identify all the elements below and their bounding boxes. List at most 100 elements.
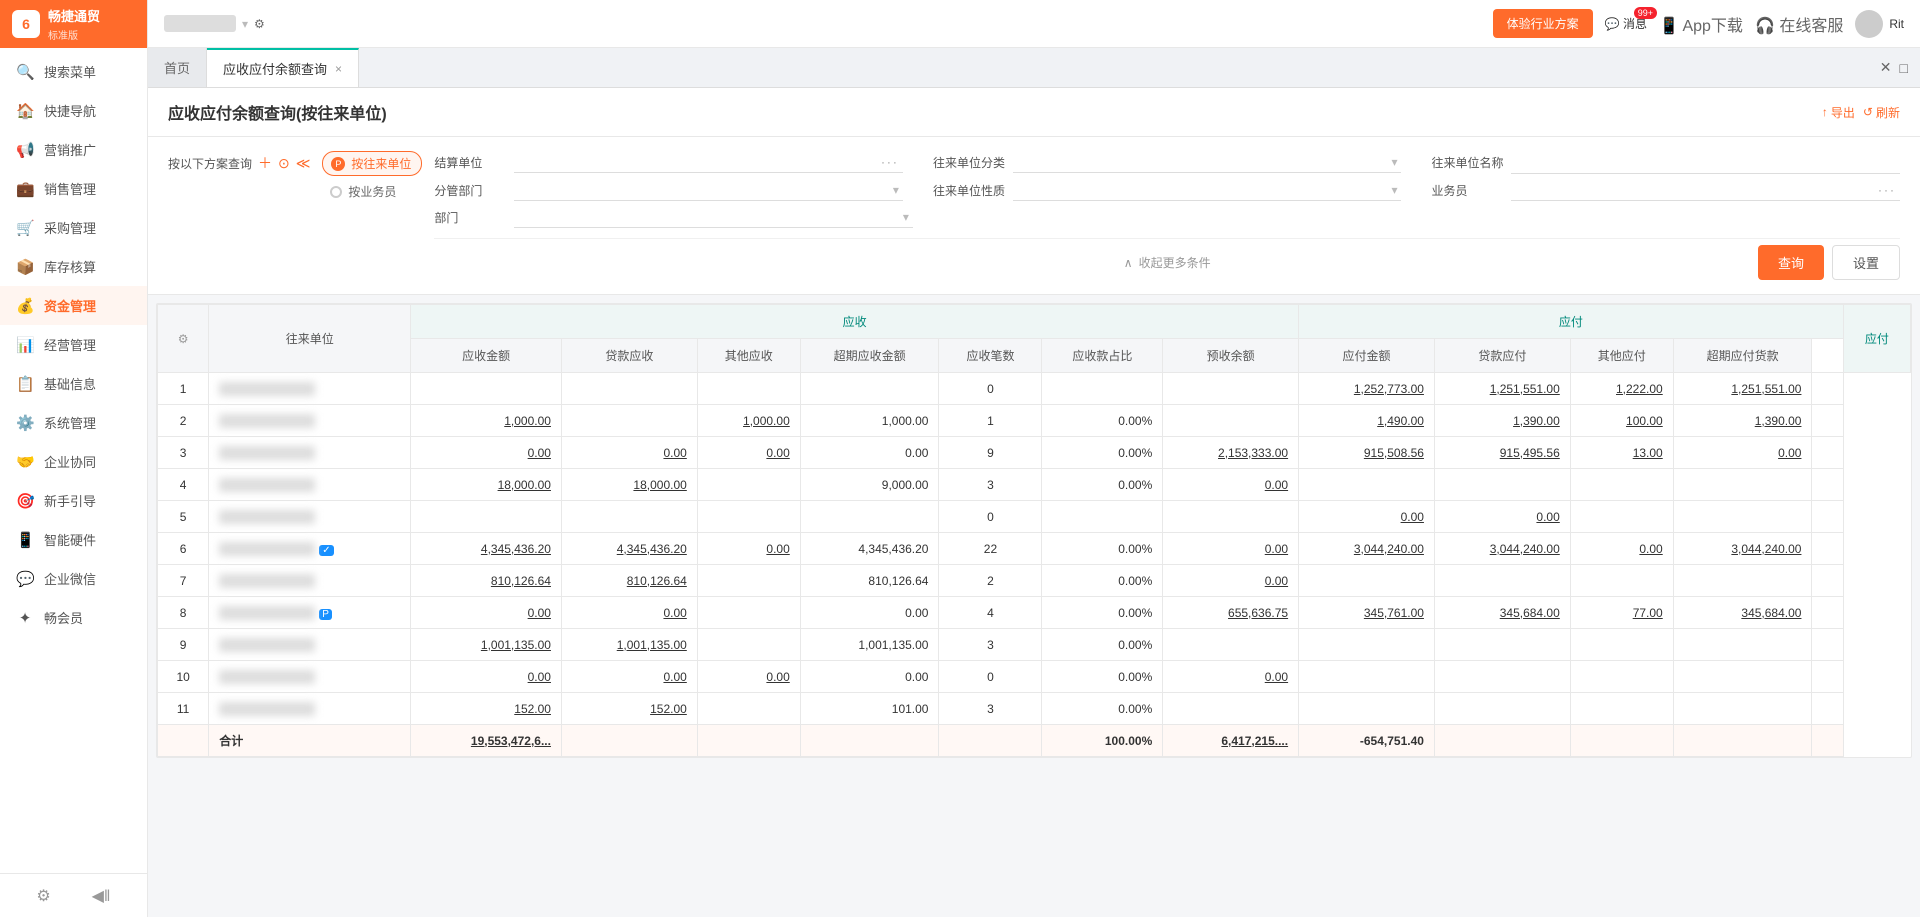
add-scheme-btn[interactable]: ＋ xyxy=(258,153,272,173)
online-service-btn[interactable]: 🎧 在线客服 xyxy=(1755,12,1843,36)
table-cell[interactable]: 1,490.00 xyxy=(1299,405,1435,437)
table-cell[interactable]: 0.00 xyxy=(697,437,800,469)
table-cell[interactable]: 0.00 xyxy=(411,437,562,469)
sidebar-item-guide[interactable]: 🎯 新手引导 xyxy=(0,481,147,520)
salesperson-input-wrap[interactable]: ··· xyxy=(1511,180,1900,201)
table-cell[interactable]: 1,251,551.00 xyxy=(1434,373,1570,405)
table-cell[interactable]: 0.00 xyxy=(411,661,562,693)
partner-nature-select[interactable]: ▾ xyxy=(1013,180,1402,201)
collapse-sidebar-icon[interactable]: ◀‖ xyxy=(92,886,111,906)
sidebar-item-quick-nav[interactable]: 🏠 快捷导航 xyxy=(0,91,147,130)
tab-home[interactable]: 首页 xyxy=(148,48,207,87)
table-cell[interactable]: 1,252,773.00 xyxy=(1299,373,1435,405)
table-cell[interactable]: 345,684.00 xyxy=(1673,597,1812,629)
table-cell[interactable]: 18,000.00 xyxy=(411,469,562,501)
table-cell[interactable]: 1,001,135.00 xyxy=(411,629,562,661)
table-cell[interactable]: 1,251,551.00 xyxy=(1673,373,1812,405)
sidebar-item-search-menu[interactable]: 🔍 搜索菜单 xyxy=(0,52,147,91)
refresh-btn[interactable]: ↺ 刷新 xyxy=(1863,104,1900,121)
department-select[interactable]: ▾ xyxy=(514,207,913,228)
table-cell[interactable]: 3,044,240.00 xyxy=(1434,533,1570,565)
table-cell[interactable]: 810,126.64 xyxy=(411,565,562,597)
settings-footer-icon[interactable]: ⚙ xyxy=(36,886,50,906)
notification-btn[interactable]: 💬 消息 99+ xyxy=(1605,15,1647,32)
table-cell: 0.00% xyxy=(1042,437,1163,469)
sidebar-item-inventory[interactable]: 📦 库存核算 xyxy=(0,247,147,286)
table-cell[interactable]: 0.00 xyxy=(561,437,697,469)
table-cell[interactable]: 0.00 xyxy=(1163,469,1299,501)
table-cell[interactable]: 0.00 xyxy=(411,597,562,629)
sidebar-item-hardware[interactable]: 📱 智能硬件 xyxy=(0,520,147,559)
sidebar-item-vip[interactable]: ✦ 畅会员 xyxy=(0,598,147,637)
sidebar-item-sales[interactable]: 💼 销售管理 xyxy=(0,169,147,208)
table-cell[interactable]: 810,126.64 xyxy=(561,565,697,597)
settlement-unit-input-wrap[interactable]: ··· xyxy=(514,152,903,173)
export-btn[interactable]: ↑ 导出 xyxy=(1822,104,1855,121)
app-download-btn[interactable]: 📱 App下载 xyxy=(1659,12,1743,36)
sidebar-item-collab[interactable]: 🤝 企业协同 xyxy=(0,442,147,481)
total-receivable-amount[interactable]: 19,553,472,6... xyxy=(411,725,562,757)
setting-btn[interactable]: 设置 xyxy=(1832,245,1900,280)
tab-close-icon[interactable]: × xyxy=(335,62,342,76)
table-cell[interactable]: 3,044,240.00 xyxy=(1299,533,1435,565)
maximize-window-icon[interactable]: □ xyxy=(1900,60,1908,76)
tab-receivable-query[interactable]: 应收应付余额查询 × xyxy=(207,48,359,87)
table-cell[interactable]: 18,000.00 xyxy=(561,469,697,501)
user-menu[interactable]: Rit xyxy=(1855,10,1904,38)
scheme-by-salesperson[interactable]: 按业务员 xyxy=(322,180,422,203)
table-cell[interactable]: 345,761.00 xyxy=(1299,597,1435,629)
table-cell[interactable]: 0.00 xyxy=(697,661,800,693)
table-cell[interactable]: 0.00 xyxy=(1163,565,1299,597)
sidebar-item-finance[interactable]: 💰 资金管理 xyxy=(0,286,147,325)
query-btn[interactable]: 查询 xyxy=(1758,245,1824,280)
table-cell[interactable]: 0.00 xyxy=(1163,661,1299,693)
table-cell[interactable]: 13.00 xyxy=(1570,437,1673,469)
table-cell[interactable]: 0.00 xyxy=(561,661,697,693)
table-cell[interactable]: 0.00 xyxy=(561,597,697,629)
table-cell[interactable]: 0.00 xyxy=(1673,437,1812,469)
table-settings-icon[interactable]: ⚙ xyxy=(178,332,189,346)
industry-solution-btn[interactable]: 体验行业方案 xyxy=(1493,9,1593,38)
table-cell[interactable]: 77.00 xyxy=(1570,597,1673,629)
table-cell[interactable]: 152.00 xyxy=(561,693,697,725)
partner-name-input[interactable] xyxy=(1511,151,1900,174)
table-cell[interactable]: 0.00 xyxy=(1570,533,1673,565)
table-cell[interactable]: 0.00 xyxy=(1434,501,1570,533)
sidebar-item-purchase[interactable]: 🛒 采购管理 xyxy=(0,208,147,247)
table-cell[interactable]: 1,001,135.00 xyxy=(561,629,697,661)
topbar-gear-icon[interactable]: ⚙ xyxy=(254,17,265,31)
salesperson-dots[interactable]: ··· xyxy=(1878,183,1896,197)
close-window-icon[interactable]: ✕ xyxy=(1880,59,1892,76)
sidebar-item-basic[interactable]: 📋 基础信息 xyxy=(0,364,147,403)
dept-managed-select[interactable]: ▾ xyxy=(514,180,903,201)
table-cell[interactable]: 345,684.00 xyxy=(1434,597,1570,629)
table-cell[interactable]: 4,345,436.20 xyxy=(561,533,697,565)
sidebar-item-wechat[interactable]: 💬 企业微信 xyxy=(0,559,147,598)
collapse-conditions-btn[interactable]: ∧ 收起更多条件 xyxy=(1124,254,1211,271)
table-cell[interactable]: 1,222.00 xyxy=(1570,373,1673,405)
sidebar-item-operation[interactable]: 📊 经营管理 xyxy=(0,325,147,364)
table-cell[interactable]: 1,000.00 xyxy=(697,405,800,437)
table-cell[interactable]: 4,345,436.20 xyxy=(411,533,562,565)
table-cell[interactable]: 100.00 xyxy=(1570,405,1673,437)
settlement-unit-dots[interactable]: ··· xyxy=(881,155,899,169)
sidebar-item-marketing[interactable]: 📢 营销推广 xyxy=(0,130,147,169)
table-cell[interactable]: 3,044,240.00 xyxy=(1673,533,1812,565)
collapse-scheme-btn[interactable]: ≪ xyxy=(296,155,311,172)
table-cell[interactable]: 915,508.56 xyxy=(1299,437,1435,469)
table-cell[interactable]: 0.00 xyxy=(697,533,800,565)
table-cell[interactable]: 152.00 xyxy=(411,693,562,725)
table-cell[interactable]: 0.00 xyxy=(1299,501,1435,533)
table-cell[interactable]: 2,153,333.00 xyxy=(1163,437,1299,469)
table-cell[interactable]: 1,390.00 xyxy=(1673,405,1812,437)
table-cell[interactable]: 1,390.00 xyxy=(1434,405,1570,437)
table-cell[interactable]: 655,636.75 xyxy=(1163,597,1299,629)
table-cell[interactable]: 0.00 xyxy=(1163,533,1299,565)
table-cell[interactable]: 915,495.56 xyxy=(1434,437,1570,469)
scheme-by-partner[interactable]: P 按往来单位 xyxy=(322,151,422,176)
total-prepaid-balance[interactable]: 6,417,215.... xyxy=(1163,725,1299,757)
partner-category-select[interactable]: ▾ xyxy=(1013,152,1402,173)
sidebar-item-system[interactable]: ⚙️ 系统管理 xyxy=(0,403,147,442)
edit-scheme-btn[interactable]: ⊙ xyxy=(278,155,290,172)
table-cell[interactable]: 1,000.00 xyxy=(411,405,562,437)
